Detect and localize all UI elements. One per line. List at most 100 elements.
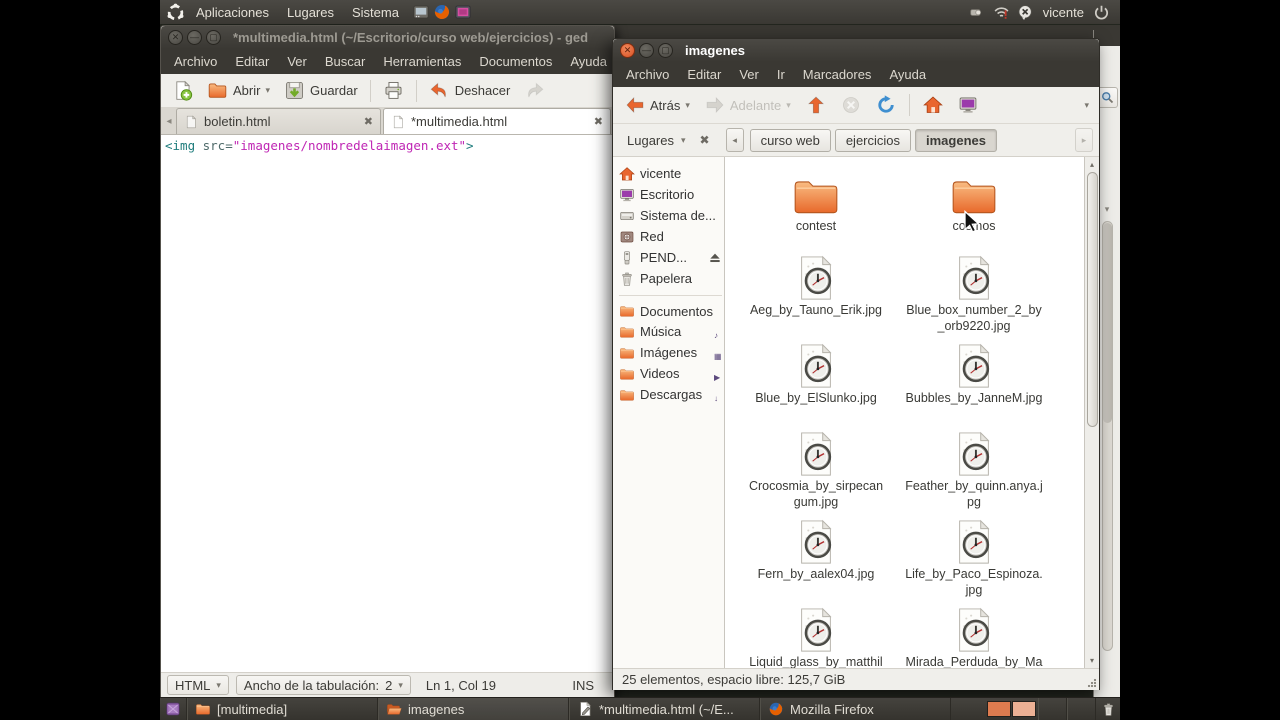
sidebar-item-4[interactable]: PEND...	[619, 247, 722, 268]
nautilus-menu-3[interactable]: Ir	[768, 62, 794, 87]
gedit-menu-2[interactable]: Ver	[278, 49, 316, 74]
sidebar-item-2[interactable]: Sistema de...	[619, 205, 722, 226]
chevron-down-icon[interactable]: ▾	[265, 85, 270, 96]
resize-grip[interactable]	[1087, 678, 1097, 688]
gedit-menu-4[interactable]: Herramientas	[374, 49, 470, 74]
nautilus-menu-5[interactable]: Ayuda	[880, 62, 935, 87]
file-item-9[interactable]: Life_by_Paco_Espinoza.jpg	[899, 515, 1049, 603]
stop-button[interactable]	[835, 92, 867, 118]
sidebar-item-3[interactable]: Red	[619, 226, 722, 247]
screen-recorder-icon[interactable]	[454, 3, 472, 21]
firefox-icon[interactable]	[433, 3, 451, 21]
breadcrumb-scroll-right[interactable]: ▸	[1075, 128, 1093, 152]
up-button[interactable]	[800, 92, 832, 118]
menu-lugares[interactable]: Lugares	[278, 0, 343, 24]
taskbar-window-button-3[interactable]: Mozilla Firefox	[760, 698, 951, 720]
tab-width-combo[interactable]: Ancho de la tabulación: 2 ▾	[235, 675, 411, 695]
sidebar-item-5[interactable]: Papelera	[619, 268, 722, 289]
gedit-menu-6[interactable]: Ayuda	[561, 49, 616, 74]
breadcrumb-1[interactable]: ejercicios	[834, 128, 912, 152]
minimize-icon[interactable]: —	[187, 30, 202, 45]
toolbar-overflow-icon[interactable]: ▾	[1084, 100, 1093, 111]
maximize-icon[interactable]: ▢	[658, 43, 673, 58]
file-item-10[interactable]: Liquid_glass_by_matthileo.jpg	[741, 603, 891, 668]
nautilus-titlebar[interactable]: ✕ — ▢ imagenes	[613, 39, 1099, 62]
close-icon[interactable]: ✖	[594, 115, 603, 128]
files-scrollbar[interactable]: ▴ ▾	[1084, 157, 1099, 668]
sidebar-item-9[interactable]: Videos ▶	[619, 363, 722, 384]
tab-scroll-left-icon[interactable]: ◂	[162, 116, 176, 127]
breadcrumb-2[interactable]: imagenes	[915, 128, 997, 152]
file-item-7[interactable]: Feather_by_quinn.anya.jpg	[899, 427, 1049, 515]
print-button[interactable]	[377, 77, 410, 104]
power-icon[interactable]	[1093, 4, 1110, 21]
trash-applet-button[interactable]	[1096, 698, 1120, 720]
gedit-text-area[interactable]: <img src="imagenes/nombredelaimagen.ext"…	[161, 135, 614, 672]
workspace-2[interactable]	[1012, 701, 1036, 717]
network-status-icon[interactable]	[993, 4, 1010, 21]
taskbar-window-button-1[interactable]: imagenes	[378, 698, 569, 720]
volume-icon[interactable]	[969, 4, 986, 21]
forward-button[interactable]: Adelante ▾	[699, 92, 797, 118]
nautilus-menu-4[interactable]: Marcadores	[794, 62, 881, 87]
gedit-tab-0[interactable]: boletin.html ✖	[176, 108, 381, 134]
nautilus-menu-1[interactable]: Editar	[678, 62, 730, 87]
file-item-4[interactable]: Blue_by_ElSlunko.jpg	[741, 339, 891, 427]
scrollbar-thumb[interactable]	[1086, 172, 1098, 427]
close-sidebar-icon[interactable]: ✖	[700, 133, 710, 147]
file-item-11[interactable]: Mirada_Perduda_by_Marxicoli.jpg	[899, 603, 1049, 668]
places-selector[interactable]: Lugares ▾	[619, 130, 694, 151]
file-item-3[interactable]: Blue_box_number_2_by_orb9220.jpg	[899, 251, 1049, 339]
file-view[interactable]: contest cosmos Aeg_by_Tauno_Erik.jpg Blu…	[725, 157, 1099, 668]
taskbar-window-button-2[interactable]: *multimedia.html (~/E...	[569, 698, 760, 720]
save-button[interactable]: Guardar	[278, 77, 364, 104]
gedit-titlebar[interactable]: ✕ — ▢ *multimedia.html (~/Escritorio/cur…	[161, 26, 614, 49]
nautilus-menu-0[interactable]: Archivo	[617, 62, 678, 87]
file-item-8[interactable]: Fern_by_aalex04.jpg	[741, 515, 891, 603]
file-item-6[interactable]: Crocosmia_by_sirpecangum.jpg	[741, 427, 891, 515]
language-combo[interactable]: HTML ▾	[167, 675, 229, 695]
file-item-2[interactable]: Aeg_by_Tauno_Erik.jpg	[741, 251, 891, 339]
ubuntu-logo-icon[interactable]	[166, 3, 185, 22]
breadcrumb-scroll-left[interactable]: ◂	[725, 128, 744, 152]
close-icon[interactable]: ✕	[168, 30, 183, 45]
show-desktop-button[interactable]	[160, 698, 187, 720]
username[interactable]: vicente	[1041, 5, 1086, 20]
media-player-icon[interactable]	[412, 3, 430, 21]
open-button[interactable]: Abrir ▾	[201, 77, 276, 104]
firefox-scrollbar[interactable]	[1101, 221, 1113, 651]
taskbar-window-button-0[interactable]: [multimedia]	[187, 698, 378, 720]
sidebar-item-0[interactable]: vicente	[619, 163, 722, 184]
close-icon[interactable]: ✖	[364, 115, 373, 128]
minimize-icon[interactable]: —	[639, 43, 654, 58]
scroll-down-icon[interactable]: ▾	[1090, 653, 1094, 668]
sidebar-item-8[interactable]: Imágenes ▦	[619, 342, 722, 363]
chevron-down-icon[interactable]: ▾	[786, 100, 791, 111]
computer-button[interactable]	[952, 92, 984, 118]
breadcrumb-0[interactable]: curso web	[749, 128, 831, 152]
reload-button[interactable]	[870, 92, 902, 118]
file-item-1[interactable]: cosmos	[899, 167, 1049, 251]
gedit-menu-1[interactable]: Editar	[226, 49, 278, 74]
gedit-tab-1[interactable]: *multimedia.html ✖	[383, 108, 611, 134]
redo-button[interactable]	[518, 77, 551, 104]
nautilus-menu-2[interactable]: Ver	[730, 62, 768, 87]
menu-aplicaciones[interactable]: Aplicaciones	[187, 0, 278, 24]
maximize-icon[interactable]: ▢	[206, 30, 221, 45]
sidebar-item-6[interactable]: Documentos	[619, 295, 722, 321]
close-icon[interactable]: ✕	[620, 43, 635, 58]
scroll-up-icon[interactable]: ▴	[1090, 157, 1094, 172]
undo-button[interactable]: Deshacer	[423, 77, 517, 104]
gedit-menu-5[interactable]: Documentos	[470, 49, 561, 74]
back-button[interactable]: Atrás ▾	[619, 92, 696, 118]
sidebar-item-7[interactable]: Música ♪	[619, 321, 722, 342]
sidebar-item-1[interactable]: Escritorio	[619, 184, 722, 205]
gedit-menu-0[interactable]: Archivo	[165, 49, 226, 74]
file-item-0[interactable]: contest	[741, 167, 891, 251]
workspace-1[interactable]	[987, 701, 1011, 717]
gedit-menu-3[interactable]: Buscar	[316, 49, 374, 74]
sidebar-item-10[interactable]: Descargas ↓	[619, 384, 722, 405]
eject-icon[interactable]	[708, 250, 722, 266]
me-menu-icon[interactable]	[1017, 4, 1034, 21]
file-item-5[interactable]: Bubbles_by_JanneM.jpg	[899, 339, 1049, 427]
